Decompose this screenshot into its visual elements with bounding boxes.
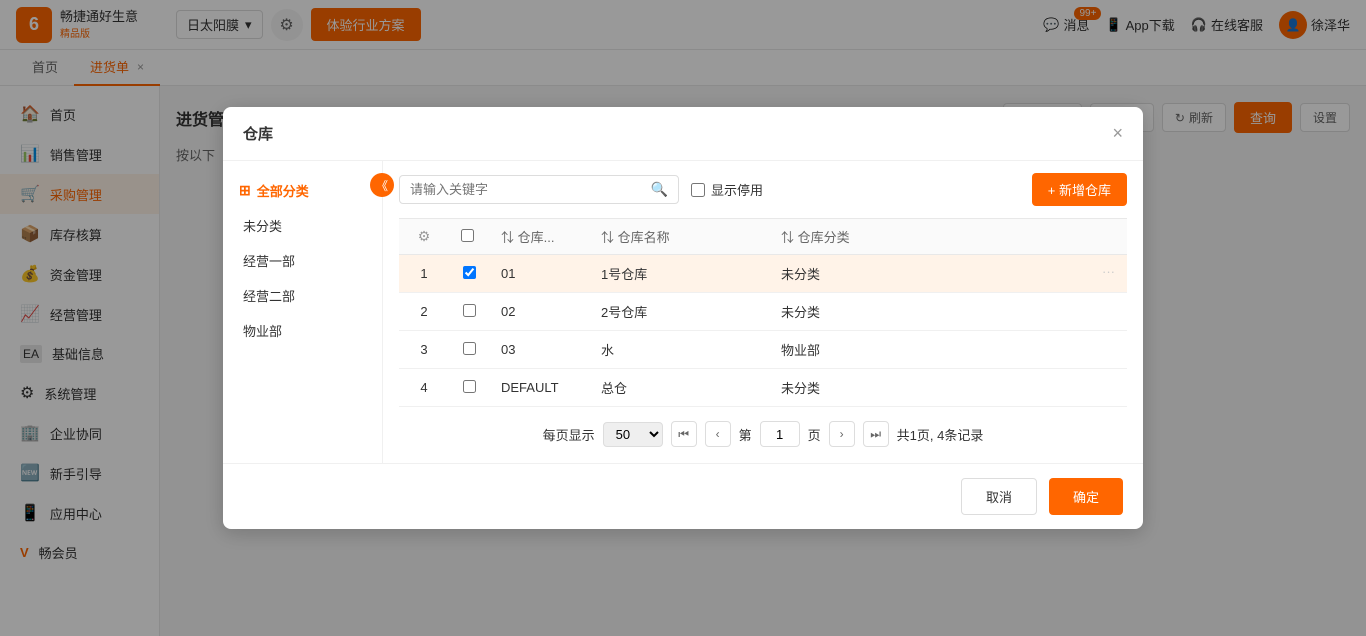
category-item-property[interactable]: 物业部: [223, 313, 382, 348]
row-checkbox-cell: [449, 331, 489, 369]
search-box: 🔍: [399, 175, 679, 204]
row-name: 水: [589, 331, 769, 369]
select-all-checkbox[interactable]: [461, 229, 474, 242]
modal-footer: 取消 确定: [223, 463, 1143, 529]
table-row: 3 03 水 物业部: [399, 331, 1127, 369]
row-checkbox[interactable]: [463, 304, 476, 317]
category-all-button[interactable]: ⊞ 全部分类: [223, 173, 382, 208]
sort-icon: ⇅: [501, 230, 514, 245]
confirm-button[interactable]: 确定: [1049, 478, 1123, 515]
row-category: 未分类: [769, 293, 1127, 331]
pagination-bar: 每页显示 50 100 ⏮ ‹ 第 页 ›: [399, 407, 1127, 451]
row-checkbox-cell: [449, 293, 489, 331]
th-name: ⇅ 仓库名称: [589, 219, 769, 255]
first-page-icon: ⏮: [678, 427, 689, 442]
row-checkbox[interactable]: [463, 380, 476, 393]
row-category: 未分类: [769, 369, 1127, 407]
row-num: 2: [399, 293, 449, 331]
page-size-label: 每页显示: [543, 425, 595, 444]
show-disabled-checkbox[interactable]: [691, 183, 705, 197]
gear-col-icon: ⚙: [418, 228, 431, 244]
row-code: 01: [489, 255, 589, 293]
add-warehouse-button[interactable]: + 新增仓库: [1032, 173, 1127, 206]
modal-content-area: 🔍 显示停用 + 新增仓库 ⚙: [383, 161, 1143, 463]
row-name: 1号仓库: [589, 255, 769, 293]
modal-overlay: 仓库 × ⊞ 全部分类 《 未分类 经营一部: [0, 0, 1366, 636]
row-checkbox-cell: [449, 369, 489, 407]
th-checkbox: [449, 219, 489, 255]
category-all-label: 全部分类: [257, 181, 309, 200]
row-code: DEFAULT: [489, 369, 589, 407]
page-label-2: 页: [808, 425, 821, 444]
th-category: ⇅ 仓库分类: [769, 219, 1127, 255]
row-category: 未分类 ···: [769, 255, 1127, 293]
table-row: 1 01 1号仓库 未分类 ···: [399, 255, 1127, 293]
modal-toolbar: 🔍 显示停用 + 新增仓库: [399, 173, 1127, 206]
modal-title: 仓库: [243, 123, 273, 144]
more-icon[interactable]: ···: [1102, 264, 1115, 279]
total-label: 共1页, 4条记录: [897, 425, 984, 444]
page-number-input[interactable]: [760, 421, 800, 447]
next-page-button[interactable]: ›: [829, 421, 855, 447]
modal-close-button[interactable]: ×: [1112, 123, 1123, 144]
search-input[interactable]: [410, 182, 645, 197]
modal-header: 仓库 ×: [223, 107, 1143, 161]
row-code: 02: [489, 293, 589, 331]
warehouse-modal: 仓库 × ⊞ 全部分类 《 未分类 经营一部: [223, 107, 1143, 529]
prev-page-button[interactable]: ‹: [705, 421, 731, 447]
page-size-select[interactable]: 50 100: [603, 422, 663, 447]
sort-icon-cat: ⇅: [781, 230, 794, 245]
row-num: 1: [399, 255, 449, 293]
search-icon[interactable]: 🔍: [651, 181, 668, 198]
modal-body: ⊞ 全部分类 《 未分类 经营一部 经营二部 物业部: [223, 161, 1143, 463]
first-page-button[interactable]: ⏮: [671, 421, 697, 447]
row-name: 总仓: [589, 369, 769, 407]
chevron-left-icon: 《: [376, 177, 388, 194]
row-code: 03: [489, 331, 589, 369]
row-checkbox-cell: [449, 255, 489, 293]
prev-icon: ‹: [716, 427, 720, 441]
row-checkbox[interactable]: [463, 266, 476, 279]
th-gear: ⚙: [399, 219, 449, 255]
row-name: 2号仓库: [589, 293, 769, 331]
page-label: 第: [739, 425, 752, 444]
warehouse-table-container: ⚙ ⇅ 仓库... ⇅: [399, 218, 1127, 407]
last-page-icon: ⏭: [870, 427, 881, 442]
category-item-dept1[interactable]: 经营一部: [223, 243, 382, 278]
show-disabled-text: 显示停用: [711, 180, 763, 199]
row-checkbox[interactable]: [463, 342, 476, 355]
row-num: 3: [399, 331, 449, 369]
next-icon: ›: [840, 427, 844, 441]
last-page-button[interactable]: ⏭: [863, 421, 889, 447]
category-item-unclassified[interactable]: 未分类: [223, 208, 382, 243]
table-row: 2 02 2号仓库 未分类: [399, 293, 1127, 331]
th-code: ⇅ 仓库...: [489, 219, 589, 255]
sort-icon-name: ⇅: [601, 230, 614, 245]
category-sidebar: ⊞ 全部分类 《 未分类 经营一部 经营二部 物业部: [223, 161, 383, 463]
table-row: 4 DEFAULT 总仓 未分类: [399, 369, 1127, 407]
cancel-button[interactable]: 取消: [961, 478, 1037, 515]
category-item-dept2[interactable]: 经营二部: [223, 278, 382, 313]
category-collapse-button[interactable]: 《: [370, 173, 394, 197]
row-category: 物业部: [769, 331, 1127, 369]
grid-icon: ⊞: [239, 182, 251, 199]
row-num: 4: [399, 369, 449, 407]
warehouse-table: ⚙ ⇅ 仓库... ⇅: [399, 218, 1127, 407]
show-disabled-label: 显示停用: [691, 180, 763, 199]
